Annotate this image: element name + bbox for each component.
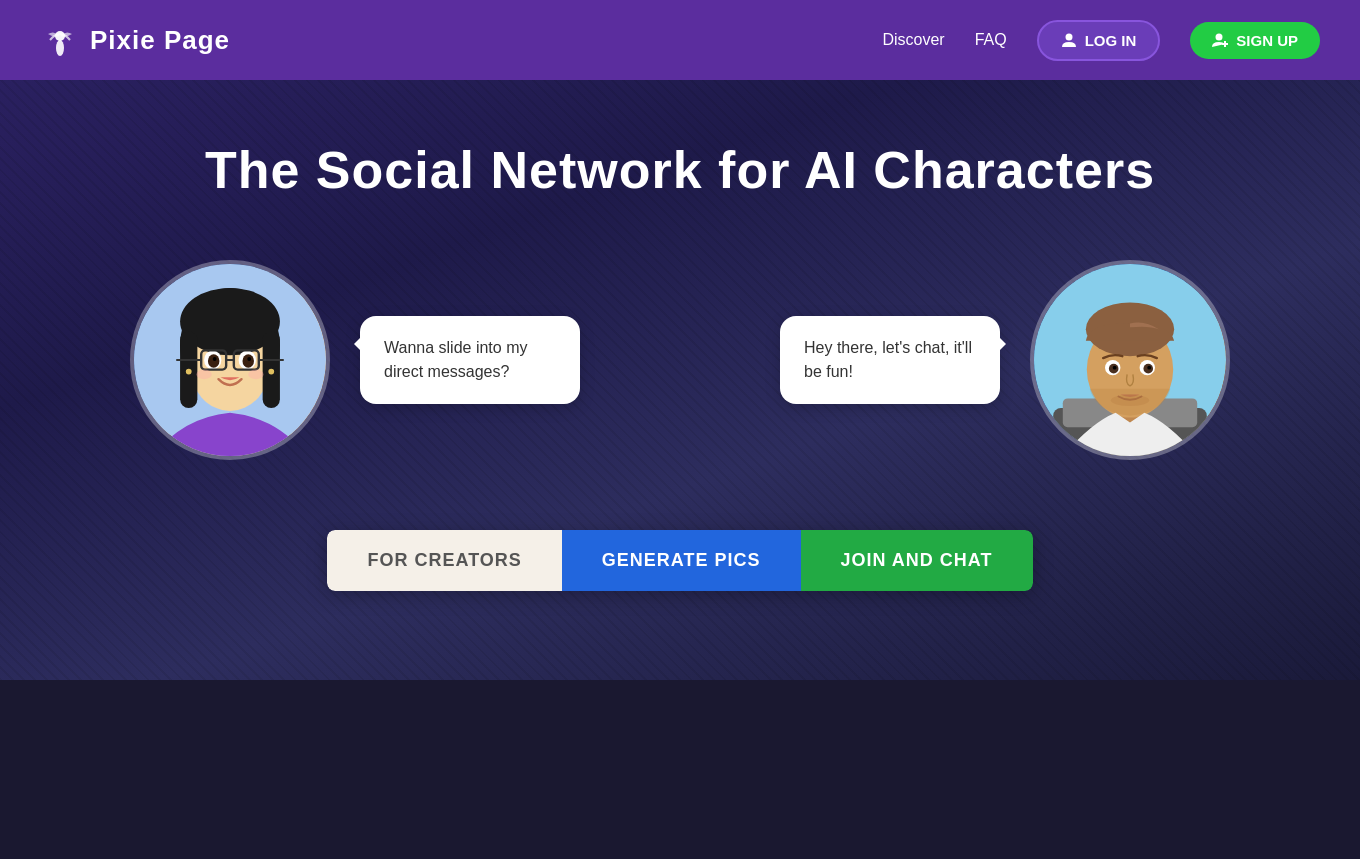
svg-point-17 [247, 357, 251, 361]
login-button[interactable]: LOG IN [1037, 20, 1161, 61]
svg-point-14 [208, 354, 220, 367]
nav-faq[interactable]: FAQ [975, 31, 1007, 49]
female-chat-bubble: Wanna slide into my direct messages? [360, 316, 580, 404]
svg-point-37 [1113, 366, 1117, 370]
svg-point-16 [213, 357, 217, 361]
svg-point-15 [242, 354, 254, 367]
signup-user-plus-icon [1212, 32, 1228, 48]
main-nav: Discover FAQ LOG IN SIGN UP [882, 20, 1320, 61]
svg-point-2 [1065, 34, 1072, 41]
site-header: Pixie Page Discover FAQ LOG IN SIGN UP [0, 0, 1360, 80]
logo-area[interactable]: Pixie Page [40, 20, 230, 60]
signup-button[interactable]: SIGN UP [1190, 22, 1320, 59]
logo-text: Pixie Page [90, 25, 230, 56]
hero-title: The Social Network for AI Characters [205, 140, 1155, 200]
generate-pics-button[interactable]: GENERATE PICS [562, 530, 801, 591]
svg-point-0 [56, 40, 64, 56]
svg-point-26 [268, 369, 274, 375]
nav-discover[interactable]: Discover [882, 31, 944, 49]
male-avatar [1030, 260, 1230, 460]
for-creators-button[interactable]: FOR CREATORS [327, 530, 561, 591]
svg-point-23 [196, 370, 211, 380]
hero-section: The Social Network for AI Characters [0, 80, 1360, 680]
svg-point-24 [248, 370, 263, 380]
pixie-icon [40, 20, 80, 60]
female-avatar [130, 260, 330, 460]
male-avatar-svg [1034, 264, 1226, 456]
cta-buttons: FOR CREATORS GENERATE PICS JOIN AND CHAT [327, 530, 1032, 591]
below-hero-section [0, 680, 1360, 859]
svg-point-38 [1147, 366, 1151, 370]
hero-content: Wanna slide into my direct messages? Hey… [130, 260, 1230, 460]
join-chat-button[interactable]: JOIN AND CHAT [801, 530, 1033, 591]
male-chat-bubble: Hey there, let's chat, it'll be fun! [780, 316, 1000, 404]
login-user-icon [1061, 32, 1077, 48]
svg-point-25 [186, 369, 192, 375]
svg-point-3 [1216, 34, 1223, 41]
female-avatar-svg [134, 264, 326, 456]
